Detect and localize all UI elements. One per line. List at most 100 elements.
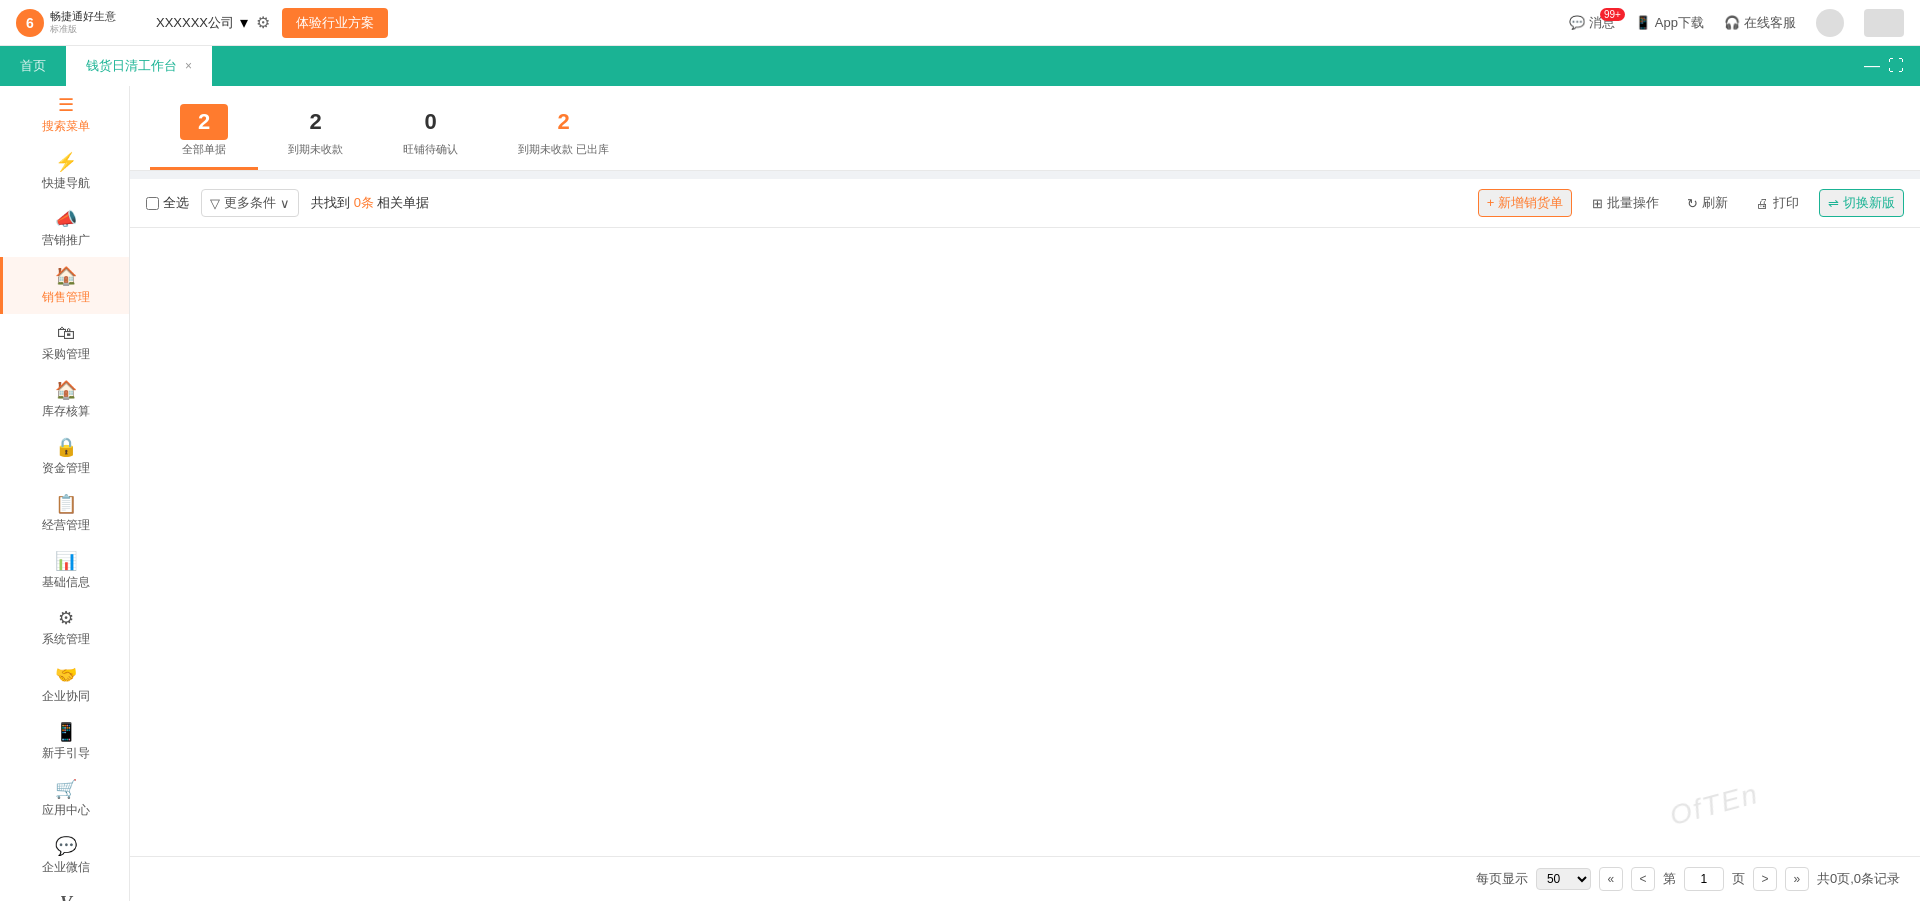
refresh-label: 刷新 <box>1702 194 1728 212</box>
sidebar-label-system: 系统管理 <box>42 631 90 648</box>
found-text: 共找到 0条 相关单据 <box>311 194 429 212</box>
add-sales-btn[interactable]: + 新增销货单 <box>1478 189 1572 217</box>
minimize-icon[interactable]: — <box>1864 57 1880 75</box>
message-btn[interactable]: 💬 消息 99+ <box>1569 14 1615 32</box>
print-icon: 🖨 <box>1756 196 1769 211</box>
experience-btn[interactable]: 体验行业方案 <box>282 8 388 38</box>
nav-tab-home[interactable]: 首页 <box>0 46 66 86</box>
sidebar-item-finance[interactable]: 🔒 资金管理 <box>0 428 129 485</box>
sidebar-label-operation: 经营管理 <box>42 517 90 534</box>
page-size-select[interactable]: 50 100 200 <box>1536 868 1591 890</box>
sidebar-item-marketing[interactable]: 📣 营销推广 <box>0 200 129 257</box>
sidebar-item-basic-info[interactable]: 📊 基础信息 <box>0 542 129 599</box>
sidebar-item-inventory[interactable]: 🏠 库存核算 <box>0 371 129 428</box>
select-all-input[interactable] <box>146 197 159 210</box>
message-icon: 💬 <box>1569 15 1585 30</box>
found-suffix: 相关单据 <box>377 195 429 210</box>
sidebar-label-quick-nav: 快捷导航 <box>42 175 90 192</box>
stats-bar: 2 全部单据 2 到期未收款 0 旺铺待确认 2 到期未收款 已出库 <box>130 86 1920 171</box>
stat-num-overdue: 2 <box>292 104 340 140</box>
stat-tab-pending[interactable]: 0 旺铺待确认 <box>373 98 488 170</box>
marketing-icon: 📣 <box>55 210 77 228</box>
sidebar-item-sales[interactable]: 🏠 销售管理 <box>0 257 129 314</box>
refresh-icon: ↻ <box>1687 196 1698 211</box>
last-page-btn[interactable]: » <box>1785 867 1809 891</box>
user-name[interactable] <box>1864 9 1904 37</box>
close-tab-btn[interactable]: × <box>185 59 192 73</box>
switch-label: 切换新版 <box>1843 194 1895 212</box>
top-bar: 6 畅捷通好生意 标准版 XXXXXX公司 ▾ ⚙ 体验行业方案 💬 消息 99… <box>0 0 1920 46</box>
print-btn[interactable]: 🖨 打印 <box>1748 190 1807 216</box>
logo-text: 畅捷通好生意 <box>50 9 116 23</box>
basic-info-icon: 📊 <box>55 552 77 570</box>
expand-icon[interactable]: ⛶ <box>1888 57 1904 75</box>
batch-label: 批量操作 <box>1607 194 1659 212</box>
batch-btn[interactable]: ⊞ 批量操作 <box>1584 190 1667 216</box>
refresh-btn[interactable]: ↻ 刷新 <box>1679 190 1736 216</box>
next-page-btn[interactable]: > <box>1753 867 1777 891</box>
online-service-btn[interactable]: 🎧 在线客服 <box>1724 14 1796 32</box>
stat-num-shipped: 2 <box>540 104 588 140</box>
sidebar-item-app-center[interactable]: 🛒 应用中心 <box>0 770 129 827</box>
sidebar-item-guide[interactable]: 📱 新手引导 <box>0 713 129 770</box>
page-label-2: 页 <box>1732 870 1745 888</box>
select-all-checkbox[interactable]: 全选 <box>146 194 189 212</box>
finance-icon: 🔒 <box>55 438 77 456</box>
stat-tab-overdue[interactable]: 2 到期未收款 <box>258 98 373 170</box>
stat-tab-all[interactable]: 2 全部单据 <box>150 98 258 170</box>
service-label: 在线客服 <box>1744 14 1796 32</box>
stat-label-overdue: 到期未收款 <box>288 142 343 157</box>
switch-icon: ⇌ <box>1828 196 1839 211</box>
page-input[interactable] <box>1684 867 1724 891</box>
sidebar-item-system[interactable]: ⚙ 系统管理 <box>0 599 129 656</box>
sidebar-item-search-menu[interactable]: ☰ 搜索菜单 <box>0 86 129 143</box>
settings-icon[interactable]: ⚙ <box>256 13 270 32</box>
pagination-bar: 每页显示 50 100 200 « < 第 页 > » 共0页,0条记录 <box>130 856 1920 901</box>
sidebar-label-search-menu: 搜索菜单 <box>42 118 90 135</box>
sidebar-label-enterprise-wechat: 企业微信 <box>42 859 90 876</box>
stat-num-all: 2 <box>180 104 228 140</box>
stat-num-pending: 0 <box>407 104 455 140</box>
logo-icon: 6 <box>16 9 44 37</box>
sidebar-label-app-center: 应用中心 <box>42 802 90 819</box>
sidebar-label-basic-info: 基础信息 <box>42 574 90 591</box>
message-badge: 99+ <box>1600 8 1625 21</box>
enterprise-wechat-icon: 💬 <box>55 837 77 855</box>
logo-sub: 标准版 <box>50 23 116 36</box>
toolbar-right: + 新增销货单 ⊞ 批量操作 ↻ 刷新 🖨 打印 ⇌ 切换新版 <box>1478 189 1904 217</box>
filter-icon: ▽ <box>210 196 220 211</box>
filter-btn[interactable]: ▽ 更多条件 ∨ <box>201 189 299 217</box>
member-icon: V <box>60 894 72 901</box>
sidebar-item-purchase[interactable]: 🛍 采购管理 <box>0 314 129 371</box>
sidebar-item-enterprise-wechat[interactable]: 💬 企业微信 <box>0 827 129 884</box>
top-bar-content: XXXXXX公司 ▾ ⚙ 体验行业方案 💬 消息 99+ 📱 App下载 🎧 在… <box>146 8 1904 38</box>
content-area: 2 全部单据 2 到期未收款 0 旺铺待确认 2 到期未收款 已出库 全选 <box>130 86 1920 901</box>
sidebar-label-inventory: 库存核算 <box>42 403 90 420</box>
page-label: 第 <box>1663 870 1676 888</box>
switch-version-btn[interactable]: ⇌ 切换新版 <box>1819 189 1904 217</box>
sidebar-item-operation[interactable]: 📋 经营管理 <box>0 485 129 542</box>
stat-tab-shipped[interactable]: 2 到期未收款 已出库 <box>488 98 639 170</box>
table-area <box>130 228 1920 856</box>
sidebar-label-finance: 资金管理 <box>42 460 90 477</box>
home-tab-label: 首页 <box>20 57 46 75</box>
company-name: XXXXXX公司 <box>156 14 234 32</box>
sidebar-item-quick-nav[interactable]: ⚡ 快捷导航 <box>0 143 129 200</box>
sidebar-item-cooperation[interactable]: 🤝 企业协同 <box>0 656 129 713</box>
nav-tab-work[interactable]: 钱货日清工作台 × <box>66 46 212 86</box>
first-page-btn[interactable]: « <box>1599 867 1623 891</box>
guide-icon: 📱 <box>55 723 77 741</box>
top-right-actions: 💬 消息 99+ 📱 App下载 🎧 在线客服 <box>1569 9 1904 37</box>
prev-page-btn[interactable]: < <box>1631 867 1655 891</box>
app-download-label: App下载 <box>1655 14 1704 32</box>
stat-label-all: 全部单据 <box>182 142 226 157</box>
sidebar-label-purchase: 采购管理 <box>42 346 90 363</box>
user-avatar[interactable] <box>1816 9 1844 37</box>
app-download-btn[interactable]: 📱 App下载 <box>1635 14 1704 32</box>
quick-nav-icon: ⚡ <box>55 153 77 171</box>
batch-icon: ⊞ <box>1592 196 1603 211</box>
sidebar-item-member[interactable]: V 畅会员 <box>0 884 129 901</box>
company-selector[interactable]: XXXXXX公司 ▾ <box>156 13 248 32</box>
filter-dropdown-icon: ∨ <box>280 196 290 211</box>
toolbar: 全选 ▽ 更多条件 ∨ 共找到 0条 相关单据 + 新增销货单 ⊞ 批量操作 <box>130 179 1920 228</box>
